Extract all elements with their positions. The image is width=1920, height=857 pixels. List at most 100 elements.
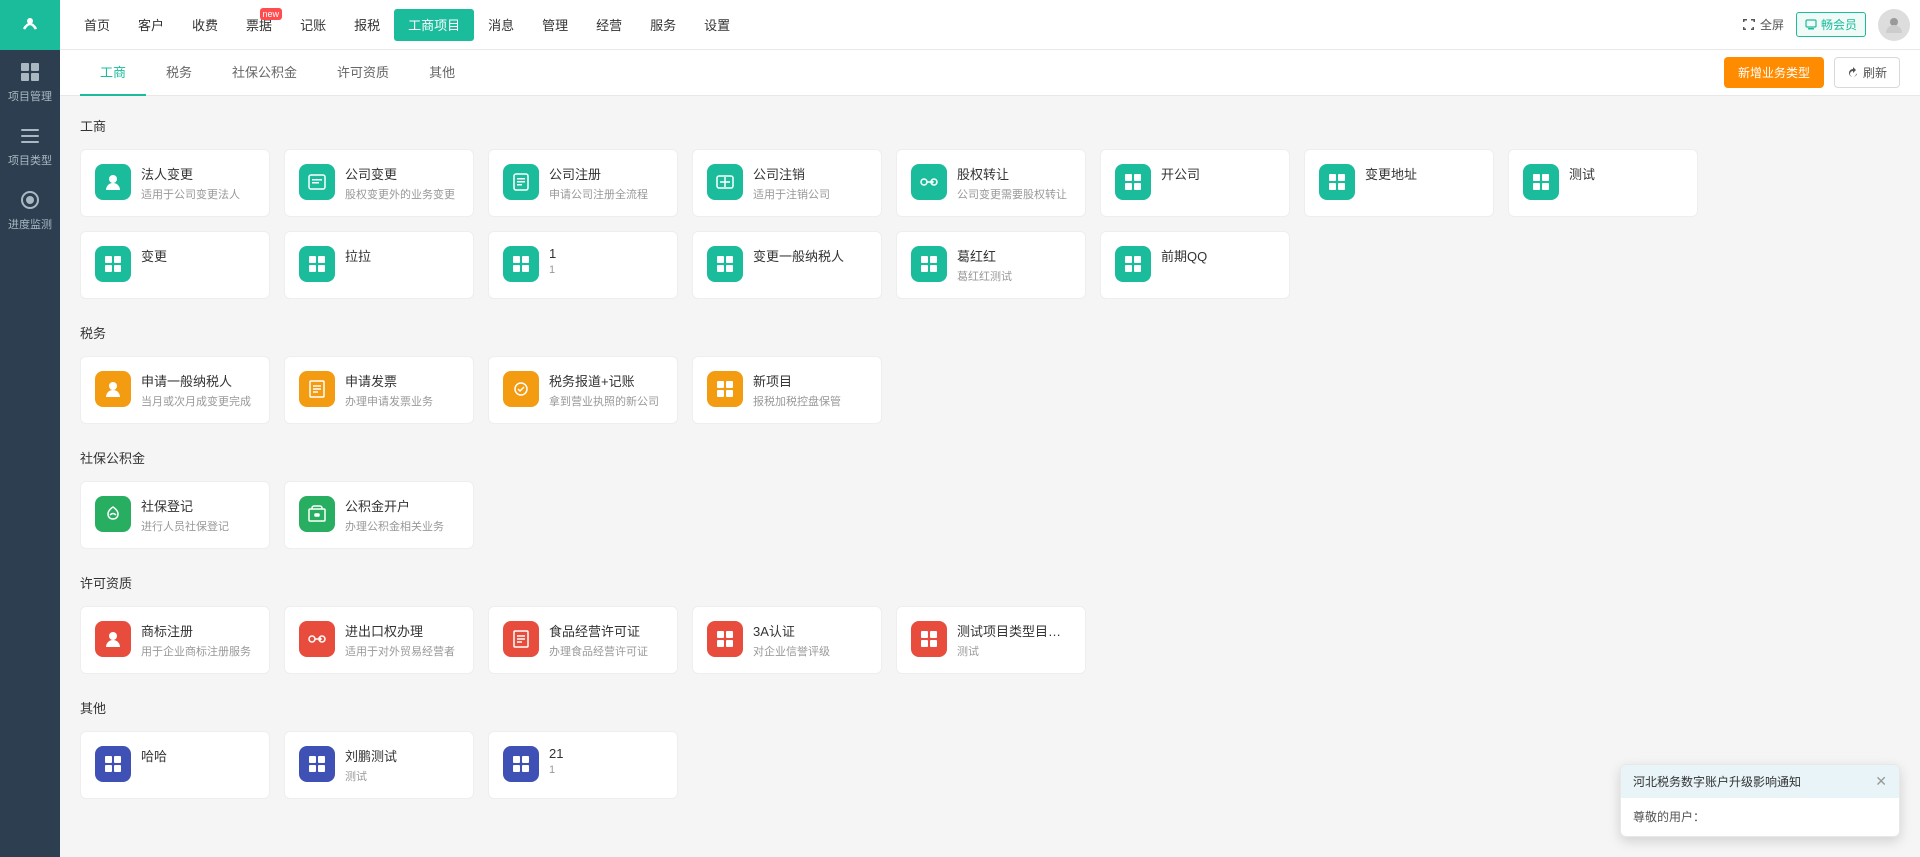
card-change-address[interactable]: 变更地址 [1304,149,1494,217]
topnav-right: 全屏 畅会员 [1742,9,1910,41]
nav-management[interactable]: 管理 [528,0,582,50]
card-desc: 对企业信誉评级 [753,643,867,659]
card-info: 测试项目类型目定义 测试 [957,621,1071,659]
nav-messages[interactable]: 消息 [474,0,528,50]
card-name: 变更 [141,246,255,265]
card-info: 商标注册 用于企业商标注册服务 [141,621,255,659]
nav-operations[interactable]: 经营 [582,0,636,50]
topnav: 首页 客户 收费 票据 new 记账 报税 工商项目 消息 管理 经营 [60,0,1920,50]
card-fund-account[interactable]: 公积金开户 办理公积金相关业务 [284,481,474,549]
card-company-change[interactable]: 公司变更 股权变更外的业务变更 [284,149,474,217]
card-legal-change[interactable]: 法人变更 适用于公司变更法人 [80,149,270,217]
card-desc: 用于企业商标注册服务 [141,643,255,659]
card-3a-cert[interactable]: 3A认证 对企业信誉评级 [692,606,882,674]
social-fund-card-grid: 社保登记 进行人员社保登记 公积金开户 办理公积金相关业务 [80,481,1900,549]
card-icon [1115,246,1151,282]
card-info: 新项目 报税加税控盘保管 [753,371,867,409]
nav-services[interactable]: 服务 [636,0,690,50]
card-info: 1 1 [549,246,663,276]
avatar[interactable] [1878,9,1910,41]
refresh-button[interactable]: 刷新 [1834,57,1900,88]
card-change[interactable]: 变更 [80,231,270,299]
card-name: 新项目 [753,371,867,390]
card-equity-transfer[interactable]: 股权转让 公司变更需要股权转让 [896,149,1086,217]
avatar-icon [1884,15,1904,35]
sidebar-item-progress-monitor[interactable]: 进度监测 [0,178,60,242]
card-apply-taxpayer[interactable]: 申请一般纳税人 当月或次月成变更完成 [80,356,270,424]
tab-other[interactable]: 其他 [409,50,475,96]
tab-tax[interactable]: 税务 [146,50,212,96]
card-info: 哈哈 [141,746,255,768]
card-haha[interactable]: 哈哈 [80,731,270,799]
nav-accounting[interactable]: 记账 [286,0,340,50]
nav-tax[interactable]: 报税 [340,0,394,50]
card-info: 进出口权办理 适用于对外贸易经营者 [345,621,459,659]
fullscreen-btn[interactable]: 全屏 [1742,16,1784,33]
card-apply-invoice[interactable]: 申请发票 办理申请发票业务 [284,356,474,424]
sidebar-logo[interactable] [0,0,60,50]
card-icon [1523,164,1559,200]
notification-close-button[interactable]: ✕ [1875,773,1887,790]
project-types-icon [18,124,42,148]
card-info: 变更地址 [1365,164,1479,186]
card-icon [707,246,743,282]
card-social-register[interactable]: 社保登记 进行人员社保登记 [80,481,270,549]
nav-billing[interactable]: 收费 [178,0,232,50]
card-desc: 适用于公司变更法人 [141,186,255,202]
nav-home[interactable]: 首页 [70,0,124,50]
sidebar-item-project-management[interactable]: 项目管理 [0,50,60,114]
card-icon [707,621,743,657]
industry-section: 工商 法人变更 适用于公司变更法人 [80,116,1900,299]
tab-section: 工商 税务 社保公积金 许可资质 其他 [60,50,1920,857]
card-info: 申请一般纳税人 当月或次月成变更完成 [141,371,255,409]
card-test-type-def[interactable]: 测试项目类型目定义 测试 [896,606,1086,674]
fullscreen-icon [1742,18,1756,32]
card-qianqi-qq[interactable]: 前期QQ [1100,231,1290,299]
tab-industry[interactable]: 工商 [80,50,146,96]
card-test[interactable]: 测试 [1508,149,1698,217]
nav-customer[interactable]: 客户 [124,0,178,50]
card-num1[interactable]: 1 1 [488,231,678,299]
nav-industry[interactable]: 工商项目 [394,9,474,41]
tabs: 工商 税务 社保公积金 许可资质 其他 [80,50,475,96]
card-open-company[interactable]: 开公司 [1100,149,1290,217]
card-name: 公司变更 [345,164,459,183]
card-tax-report-accounting[interactable]: 税务报道+记账 拿到营业执照的新公司 [488,356,678,424]
card-desc: 公司变更需要股权转让 [957,186,1071,202]
add-type-button[interactable]: 新增业务类型 [1724,57,1824,88]
card-name: 社保登记 [141,496,255,515]
scroll-content[interactable]: 工商 法人变更 适用于公司变更法人 [60,96,1920,857]
card-trademark[interactable]: 商标注册 用于企业商标注册服务 [80,606,270,674]
industry-section-title: 工商 [80,116,1900,135]
card-info: 开公司 [1161,164,1275,186]
card-desc: 适用于对外贸易经营者 [345,643,459,659]
tab-header: 工商 税务 社保公积金 许可资质 其他 [60,50,1920,96]
card-import-export[interactable]: 进出口权办理 适用于对外贸易经营者 [284,606,474,674]
tab-license[interactable]: 许可资质 [317,50,409,96]
card-icon [299,621,335,657]
tab-social-fund[interactable]: 社保公积金 [212,50,317,96]
card-company-register[interactable]: 公司注册 申请公司注册全流程 [488,149,678,217]
other-section-title: 其他 [80,698,1900,717]
member-btn[interactable]: 畅会员 [1796,12,1866,37]
card-info: 申请发票 办理申请发票业务 [345,371,459,409]
card-ge-hong-hong[interactable]: 葛红红 葛红红测试 [896,231,1086,299]
card-lala[interactable]: 拉拉 [284,231,474,299]
card-company-cancel[interactable]: 公司注销 适用于注销公司 [692,149,882,217]
notification-popup: 河北税务数字账户升级影响通知 ✕ 尊敬的用户： [1620,764,1900,837]
nav-settings[interactable]: 设置 [690,0,744,50]
card-food-license[interactable]: 食品经营许可证 办理食品经营许可证 [488,606,678,674]
card-name: 公司注册 [549,164,663,183]
social-fund-section-title: 社保公积金 [80,448,1900,467]
card-new-project[interactable]: 新项目 报税加税控盘保管 [692,356,882,424]
card-name: 3A认证 [753,621,867,640]
card-info: 变更一般纳税人 [753,246,867,268]
card-name: 税务报道+记账 [549,371,663,390]
card-num21[interactable]: 21 1 [488,731,678,799]
nav-tickets[interactable]: 票据 new [232,0,286,50]
card-change-taxpayer[interactable]: 变更一般纳税人 [692,231,882,299]
sidebar-item-project-types[interactable]: 项目类型 [0,114,60,178]
notification-body: 尊敬的用户： [1621,798,1899,836]
card-icon [1319,164,1355,200]
card-liupeng-test[interactable]: 刘鹏测试 测试 [284,731,474,799]
